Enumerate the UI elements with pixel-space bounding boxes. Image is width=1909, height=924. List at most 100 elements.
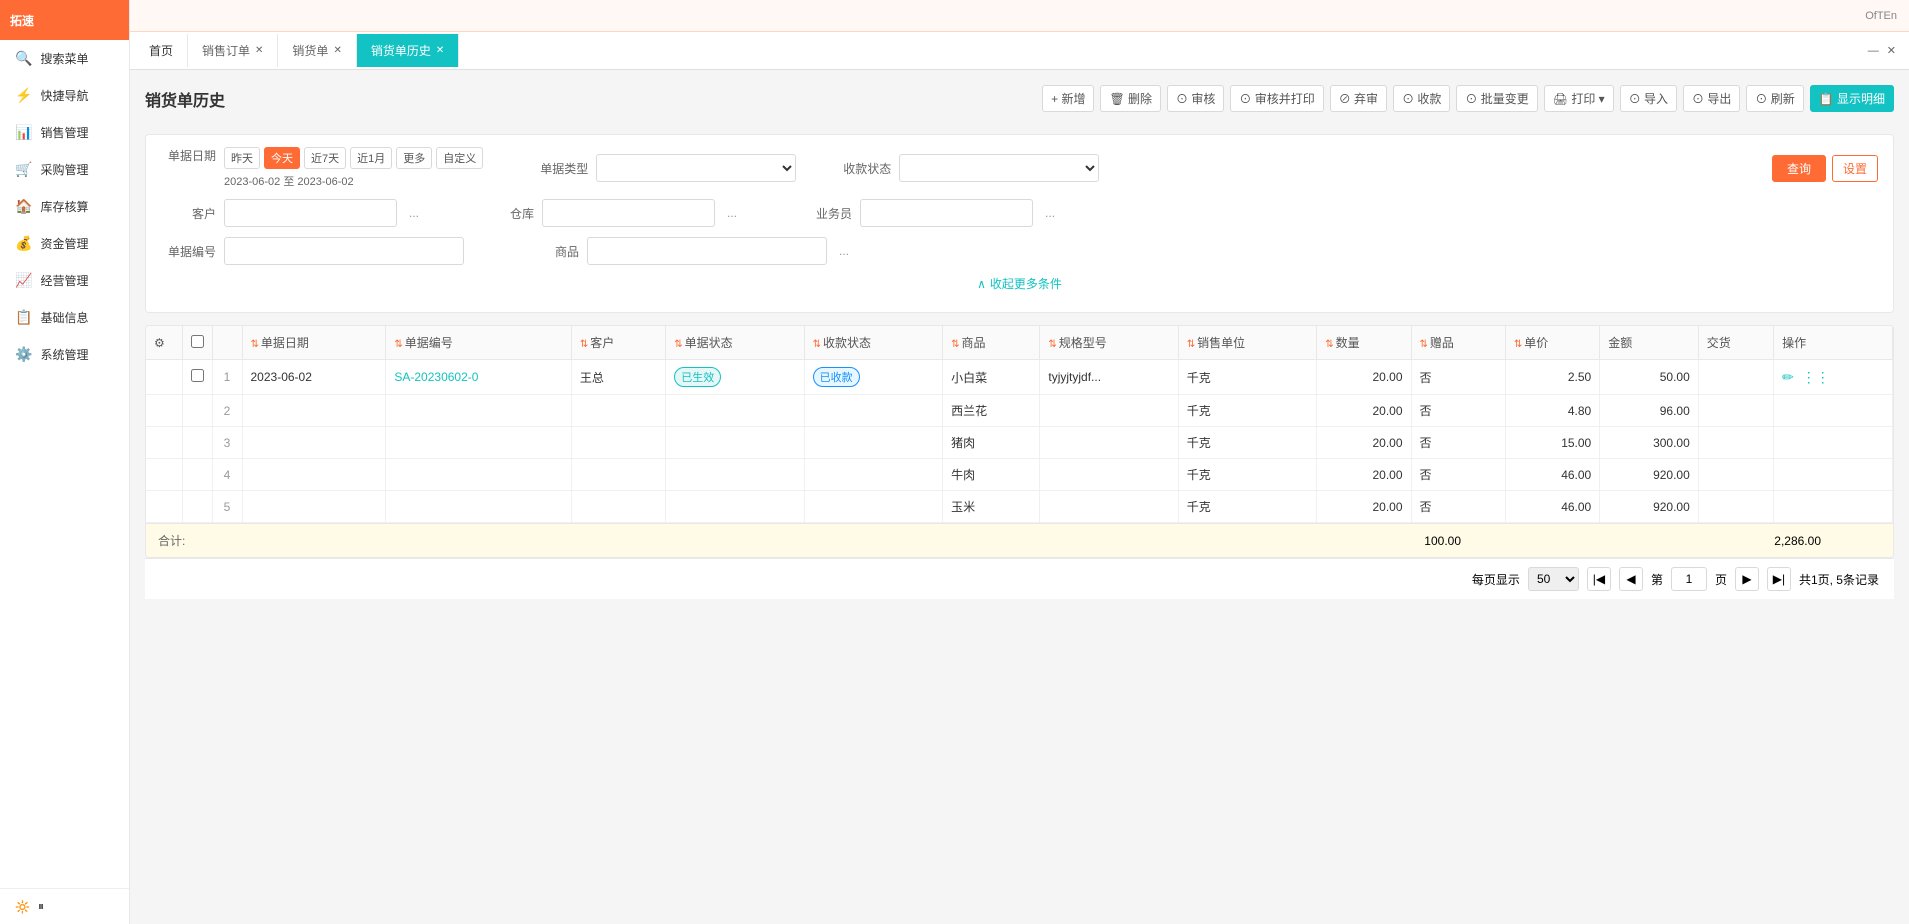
sidebar-item-purchase-mgmt[interactable]: 🛒 采购管理 xyxy=(0,151,129,188)
cell-row-no: 3 xyxy=(212,427,242,459)
app-logo: 拓速 xyxy=(0,0,129,40)
tab-sales-history[interactable]: 销货单历史 ✕ xyxy=(357,34,459,67)
cell-doc-status xyxy=(666,491,804,523)
th-checkbox[interactable] xyxy=(182,326,212,360)
th-unit[interactable]: ⇅销售单位 xyxy=(1178,326,1316,360)
export-button[interactable]: ⊙ 导出 xyxy=(1683,85,1740,112)
th-doc-date[interactable]: ⇅单据日期 xyxy=(242,326,386,360)
th-gift[interactable]: ⇅赠品 xyxy=(1411,326,1505,360)
next-page-btn[interactable]: ▶ xyxy=(1735,567,1759,591)
query-button[interactable]: 查询 xyxy=(1772,155,1826,182)
audit-button[interactable]: ⊙ 审核 xyxy=(1167,85,1224,112)
sidebar-bottom-btn1[interactable]: 🔆 ⏸ xyxy=(0,889,129,924)
date-btn-more[interactable]: 更多 xyxy=(396,147,432,169)
receive-button[interactable]: ⊙ 收款 xyxy=(1393,85,1450,112)
delete-button[interactable]: 🗑 删除 xyxy=(1100,85,1161,112)
collapse-button[interactable]: ∧ 收起更多条件 xyxy=(977,275,1062,292)
import-button[interactable]: ⊙ 导入 xyxy=(1620,85,1677,112)
cell-doc-date xyxy=(242,491,386,523)
th-price[interactable]: ⇅单价 xyxy=(1505,326,1599,360)
more-icon[interactable]: ⋮⋮ xyxy=(1802,369,1830,386)
th-doc-no[interactable]: ⇅单据编号 xyxy=(386,326,572,360)
customer-dots[interactable]: ... xyxy=(409,206,419,220)
cell-payment-status xyxy=(804,491,942,523)
goods-dots[interactable]: ... xyxy=(839,244,849,258)
warehouse-input[interactable] xyxy=(542,199,715,227)
sidebar-item-inventory[interactable]: 🏠 库存核算 xyxy=(0,188,129,225)
cell-unit: 千克 xyxy=(1178,395,1316,427)
cell-doc-no[interactable] xyxy=(386,395,572,427)
customer-input[interactable] xyxy=(224,199,397,227)
th-settings[interactable]: ⚙ xyxy=(146,326,182,360)
select-all-checkbox[interactable] xyxy=(191,335,204,348)
doc-type-select[interactable] xyxy=(596,154,796,182)
version-label: OfTEn xyxy=(1865,10,1897,22)
warehouse-dots[interactable]: ... xyxy=(727,206,737,220)
cell-doc-no[interactable]: SA-20230602-0 xyxy=(386,360,572,395)
page-number-input[interactable] xyxy=(1671,567,1707,591)
tab-home[interactable]: 首页 xyxy=(135,34,188,67)
tabs-close-icon[interactable]: ✕ xyxy=(1887,44,1896,57)
cell-checkbox[interactable] xyxy=(182,360,212,395)
sidebar-item-operations[interactable]: 📈 经营管理 xyxy=(0,262,129,299)
cell-spec xyxy=(1040,427,1178,459)
salesperson-dots[interactable]: ... xyxy=(1045,206,1055,220)
cell-checkbox[interactable] xyxy=(182,427,212,459)
sidebar-item-search-menu[interactable]: 🔍 搜索菜单 xyxy=(0,40,129,77)
cell-checkbox[interactable] xyxy=(182,491,212,523)
edit-icon[interactable]: ✏ xyxy=(1782,369,1794,386)
row-checkbox[interactable] xyxy=(191,369,204,382)
doc-no-input[interactable] xyxy=(224,237,464,265)
last-page-btn[interactable]: ▶| xyxy=(1767,567,1791,591)
sidebar-item-system[interactable]: ⚙️ 系统管理 xyxy=(0,336,129,373)
show-detail-button[interactable]: 📋 显示明细 xyxy=(1810,85,1894,112)
print-button[interactable]: 🖨 打印 ▾ xyxy=(1544,85,1614,112)
refresh-button[interactable]: ⊙ 刷新 xyxy=(1746,85,1803,112)
cell-gift: 否 xyxy=(1411,427,1505,459)
sidebar-item-sales-mgmt[interactable]: 📊 销售管理 xyxy=(0,114,129,151)
cell-doc-no[interactable] xyxy=(386,491,572,523)
tab-close-sales-order[interactable]: ✕ xyxy=(255,45,263,56)
first-page-btn[interactable]: |◀ xyxy=(1587,567,1611,591)
tab-sales-goods[interactable]: 销货单 ✕ xyxy=(278,34,356,67)
new-button[interactable]: + 新增 xyxy=(1042,85,1094,112)
sidebar-item-basic-info[interactable]: 📋 基础信息 xyxy=(0,299,129,336)
cell-checkbox[interactable] xyxy=(182,395,212,427)
date-btn-1month[interactable]: 近1月 xyxy=(350,147,392,169)
cell-doc-date xyxy=(242,459,386,491)
tab-close-sales-history[interactable]: ✕ xyxy=(436,45,444,56)
date-btn-custom[interactable]: 自定义 xyxy=(436,147,483,169)
cell-checkbox[interactable] xyxy=(182,459,212,491)
th-customer[interactable]: ⇅客户 xyxy=(571,326,665,360)
filter-section: 单据日期 昨天 今天 近7天 近1月 更多 自定义 2023-06-02 至 2… xyxy=(145,134,1894,313)
cell-doc-no[interactable] xyxy=(386,459,572,491)
date-btn-yesterday[interactable]: 昨天 xyxy=(224,147,260,169)
th-payment-status[interactable]: ⇅收款状态 xyxy=(804,326,942,360)
prev-page-btn[interactable]: ◀ xyxy=(1619,567,1643,591)
th-spec[interactable]: ⇅规格型号 xyxy=(1040,326,1178,360)
date-btn-today[interactable]: 今天 xyxy=(264,147,300,169)
sidebar-item-quick-nav[interactable]: ⚡ 快捷导航 xyxy=(0,77,129,114)
th-goods[interactable]: ⇅商品 xyxy=(943,326,1040,360)
settings-button[interactable]: 设置 xyxy=(1832,155,1878,182)
cell-spec xyxy=(1040,491,1178,523)
cell-doc-no[interactable] xyxy=(386,427,572,459)
sidebar-item-finance[interactable]: 💰 资金管理 xyxy=(0,225,129,262)
tabs-minimize-icon[interactable]: — xyxy=(1868,45,1879,57)
batch-change-button[interactable]: ⊙ 批量变更 xyxy=(1456,85,1537,112)
salesperson-input[interactable] xyxy=(860,199,1033,227)
tab-sales-order[interactable]: 销售订单 ✕ xyxy=(188,34,278,67)
discard-button[interactable]: ⊘ 弃审 xyxy=(1330,85,1387,112)
payment-status-label: 收款状态 xyxy=(836,160,891,177)
audit-print-button[interactable]: ⊙ 审核并打印 xyxy=(1230,85,1323,112)
date-btn-7days[interactable]: 近7天 xyxy=(304,147,346,169)
payment-status-select[interactable] xyxy=(899,154,1099,182)
inventory-icon: 🏠 xyxy=(15,198,32,215)
page-size-select[interactable]: 50 100 200 xyxy=(1528,567,1579,591)
tab-close-sales-goods[interactable]: ✕ xyxy=(333,45,341,56)
cell-actions: ✏ ⋮⋮ xyxy=(1774,360,1893,395)
goods-input[interactable] xyxy=(587,237,827,265)
table-row: 1 2023-06-02 SA-20230602-0 王总 已生效 已收款 小白… xyxy=(146,360,1893,395)
th-quantity[interactable]: ⇅数量 xyxy=(1317,326,1411,360)
th-doc-status[interactable]: ⇅单据状态 xyxy=(666,326,804,360)
